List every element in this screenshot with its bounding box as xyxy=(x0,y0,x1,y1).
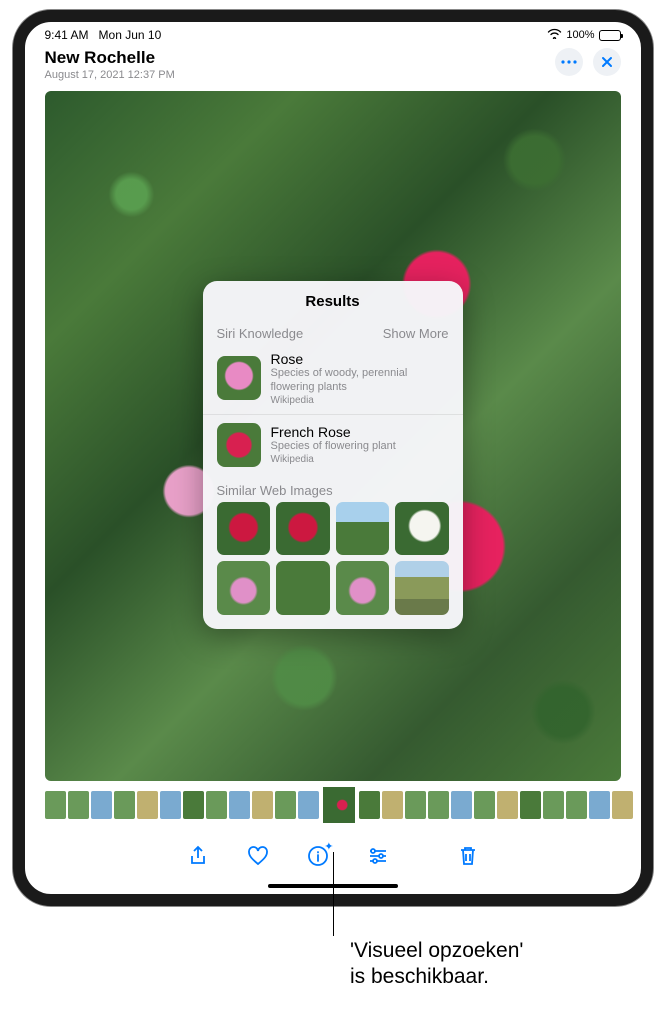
similar-images-grid xyxy=(203,502,463,619)
thumbnail[interactable] xyxy=(612,791,633,819)
photo-header: New Rochelle August 17, 2021 12:37 PM xyxy=(25,44,641,87)
battery-icon xyxy=(599,30,621,41)
thumbnail[interactable] xyxy=(137,791,158,819)
photo-datetime: August 17, 2021 12:37 PM xyxy=(45,69,175,81)
callout-line xyxy=(333,852,334,936)
result-name: French Rose xyxy=(271,424,396,440)
wifi-icon xyxy=(547,28,562,42)
share-button[interactable] xyxy=(185,843,211,869)
result-name: Rose xyxy=(271,351,449,367)
result-thumbnail xyxy=(217,356,261,400)
similar-image-thumb[interactable] xyxy=(276,502,330,556)
visual-lookup-info-button[interactable]: ✦ xyxy=(305,843,331,869)
thumbnail[interactable] xyxy=(382,791,403,819)
thumbnail[interactable] xyxy=(405,791,426,819)
thumbnail[interactable] xyxy=(451,791,472,819)
thumbnail[interactable] xyxy=(206,791,227,819)
thumbnail[interactable] xyxy=(275,791,296,819)
thumbnail[interactable] xyxy=(566,791,587,819)
thumbnail[interactable] xyxy=(428,791,449,819)
delete-button[interactable] xyxy=(455,843,481,869)
result-source: Wikipedia xyxy=(271,395,449,406)
more-button[interactable] xyxy=(555,48,583,76)
siri-knowledge-label: Siri Knowledge xyxy=(217,326,304,341)
siri-result-item[interactable]: French Rose Species of flowering plant W… xyxy=(203,414,463,475)
thumbnail-selected[interactable] xyxy=(321,785,357,825)
thumbnail[interactable] xyxy=(91,791,112,819)
close-button[interactable] xyxy=(593,48,621,76)
thumbnail[interactable] xyxy=(160,791,181,819)
status-time: 9:41 AM xyxy=(45,28,89,42)
thumbnail[interactable] xyxy=(359,791,380,819)
location-title: New Rochelle xyxy=(45,48,175,68)
result-source: Wikipedia xyxy=(271,454,396,465)
thumbnail[interactable] xyxy=(520,791,541,819)
edit-button[interactable] xyxy=(365,843,391,869)
thumbnail[interactable] xyxy=(252,791,273,819)
thumbnail[interactable] xyxy=(497,791,518,819)
results-title: Results xyxy=(203,293,463,320)
siri-result-item[interactable]: Rose Species of woody, perennial floweri… xyxy=(203,343,463,414)
similar-image-thumb[interactable] xyxy=(395,561,449,615)
photo-thumbnail-strip[interactable] xyxy=(25,781,641,825)
result-desc: Species of woody, perennial flowering pl… xyxy=(271,367,449,395)
thumbnail[interactable] xyxy=(68,791,89,819)
thumbnail[interactable] xyxy=(183,791,204,819)
thumbnail[interactable] xyxy=(114,791,135,819)
thumbnail[interactable] xyxy=(589,791,610,819)
result-desc: Species of flowering plant xyxy=(271,440,396,454)
photo-viewer[interactable]: Results Siri Knowledge Show More Rose Sp… xyxy=(45,91,621,781)
thumbnail[interactable] xyxy=(474,791,495,819)
similar-image-thumb[interactable] xyxy=(395,502,449,556)
callout-annotation: 'Visueel opzoeken' is beschikbaar. xyxy=(350,938,523,991)
similar-image-thumb[interactable] xyxy=(217,502,271,556)
similar-image-thumb[interactable] xyxy=(217,561,271,615)
similar-image-thumb[interactable] xyxy=(336,502,390,556)
battery-percent: 100% xyxy=(566,29,594,41)
status-date: Mon Jun 10 xyxy=(99,28,162,42)
thumbnail[interactable] xyxy=(229,791,250,819)
similar-images-label: Similar Web Images xyxy=(203,475,463,502)
status-bar: 9:41 AM Mon Jun 10 100% xyxy=(25,22,641,44)
visual-lookup-results-popup: Results Siri Knowledge Show More Rose Sp… xyxy=(203,281,463,629)
favorite-button[interactable] xyxy=(245,843,271,869)
thumbnail[interactable] xyxy=(45,791,66,819)
thumbnail[interactable] xyxy=(298,791,319,819)
similar-image-thumb[interactable] xyxy=(276,561,330,615)
thumbnail[interactable] xyxy=(543,791,564,819)
similar-image-thumb[interactable] xyxy=(336,561,390,615)
result-thumbnail xyxy=(217,423,261,467)
show-more-link[interactable]: Show More xyxy=(383,326,449,341)
